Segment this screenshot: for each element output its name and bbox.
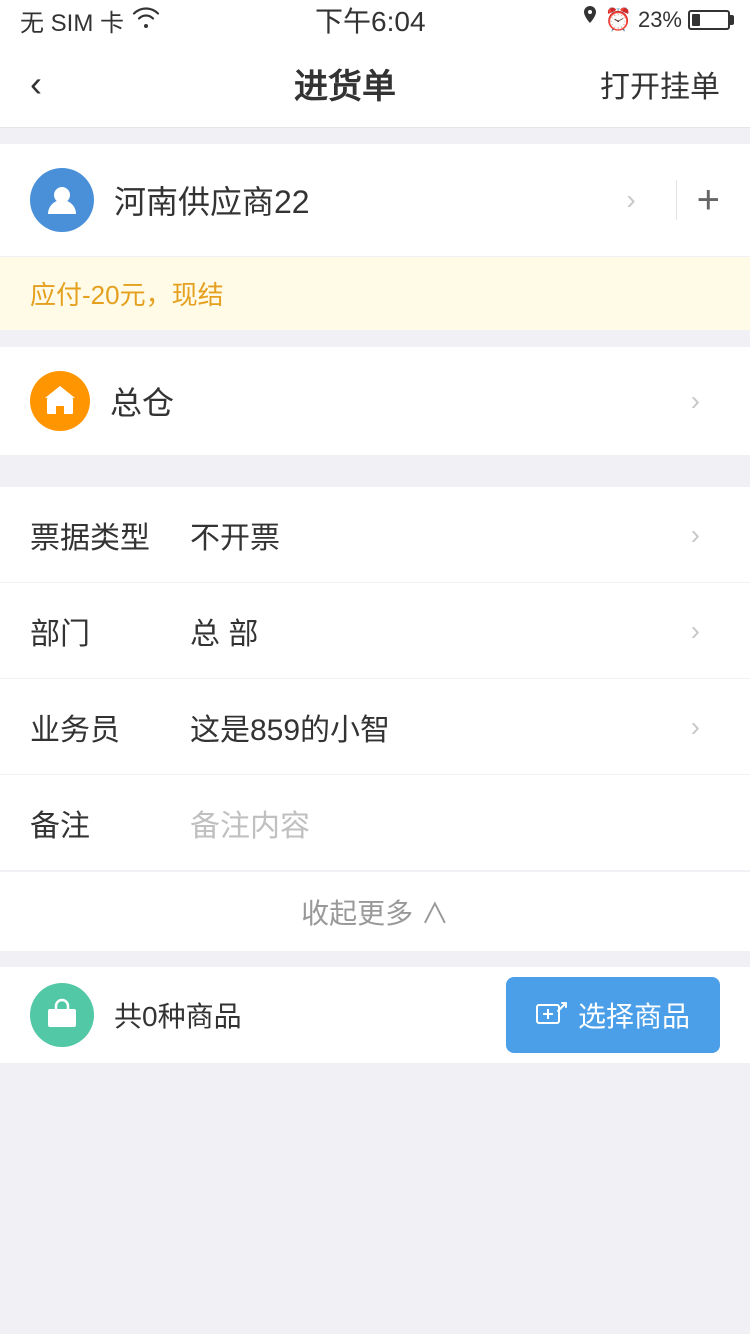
product-bar: 共0种商品 选择商品: [0, 967, 750, 1063]
invoice-type-value: 不开票: [190, 513, 691, 557]
time-display: 下午6:04: [315, 0, 426, 40]
invoice-type-row[interactable]: 票据类型 不开票 ›: [0, 487, 750, 583]
remark-label: 备注: [30, 801, 170, 845]
notice-text: 应付-20元，现结: [30, 280, 224, 310]
remark-row[interactable]: 备注 备注内容: [0, 775, 750, 871]
divider-3: [0, 455, 750, 471]
carrier-label: 无 SIM 卡: [20, 3, 124, 38]
remark-placeholder[interactable]: 备注内容: [190, 801, 720, 845]
collapse-button[interactable]: 收起更多 ∧: [0, 871, 750, 951]
warehouse-name: 总仓: [110, 378, 691, 424]
department-value: 总 部: [190, 609, 691, 653]
salesperson-value: 这是859的小智: [190, 705, 691, 749]
divider-2: [0, 330, 750, 346]
select-product-button[interactable]: 选择商品: [506, 977, 720, 1053]
invoice-type-chevron-icon: ›: [691, 519, 700, 551]
salesperson-label: 业务员: [30, 705, 170, 749]
open-pending-button[interactable]: 打开挂单: [600, 62, 720, 106]
warehouse-chevron-icon: ›: [691, 385, 700, 417]
status-left: 无 SIM 卡: [20, 3, 160, 38]
invoice-type-label: 票据类型: [30, 513, 170, 557]
location-icon: [581, 6, 599, 34]
product-count-label: 共0种商品: [114, 995, 506, 1035]
supplier-divider: [676, 180, 677, 220]
supplier-avatar: [30, 168, 94, 232]
supplier-row[interactable]: 河南供应商22 › +: [0, 144, 750, 257]
nav-bar: ‹ 进货单 打开挂单: [0, 40, 750, 128]
battery-icon: [688, 10, 730, 30]
add-supplier-button[interactable]: +: [697, 180, 720, 220]
battery-percentage: 23%: [638, 7, 682, 33]
warehouse-icon: [30, 371, 90, 431]
divider-top: [0, 128, 750, 144]
supplier-chevron-icon: ›: [626, 184, 635, 216]
wifi-icon: [132, 6, 160, 35]
status-right: ⏰ 23%: [581, 6, 730, 34]
page-title: 进货单: [294, 59, 396, 108]
supplier-section: 河南供应商22 › + 应付-20元，现结: [0, 144, 750, 330]
salesperson-chevron-icon: ›: [691, 711, 700, 743]
salesperson-row[interactable]: 业务员 这是859的小智 ›: [0, 679, 750, 775]
department-chevron-icon: ›: [691, 615, 700, 647]
status-bar: 无 SIM 卡 下午6:04 ⏰ 23%: [0, 0, 750, 40]
department-label: 部门: [30, 609, 170, 653]
department-row[interactable]: 部门 总 部 ›: [0, 583, 750, 679]
warehouse-section: 总仓 ›: [0, 346, 750, 455]
warehouse-row[interactable]: 总仓 ›: [0, 346, 750, 455]
form-section: 票据类型 不开票 › 部门 总 部 › 业务员 这是859的小智 › 备注 备注…: [0, 487, 750, 951]
back-button[interactable]: ‹: [30, 63, 90, 105]
supplier-name: 河南供应商22: [114, 177, 626, 223]
notice-bar: 应付-20元，现结: [0, 257, 750, 330]
select-product-label: 选择商品: [578, 995, 690, 1035]
alarm-icon: ⏰: [605, 7, 632, 33]
collapse-label: 收起更多 ∧: [301, 892, 449, 932]
product-icon: [30, 983, 94, 1047]
